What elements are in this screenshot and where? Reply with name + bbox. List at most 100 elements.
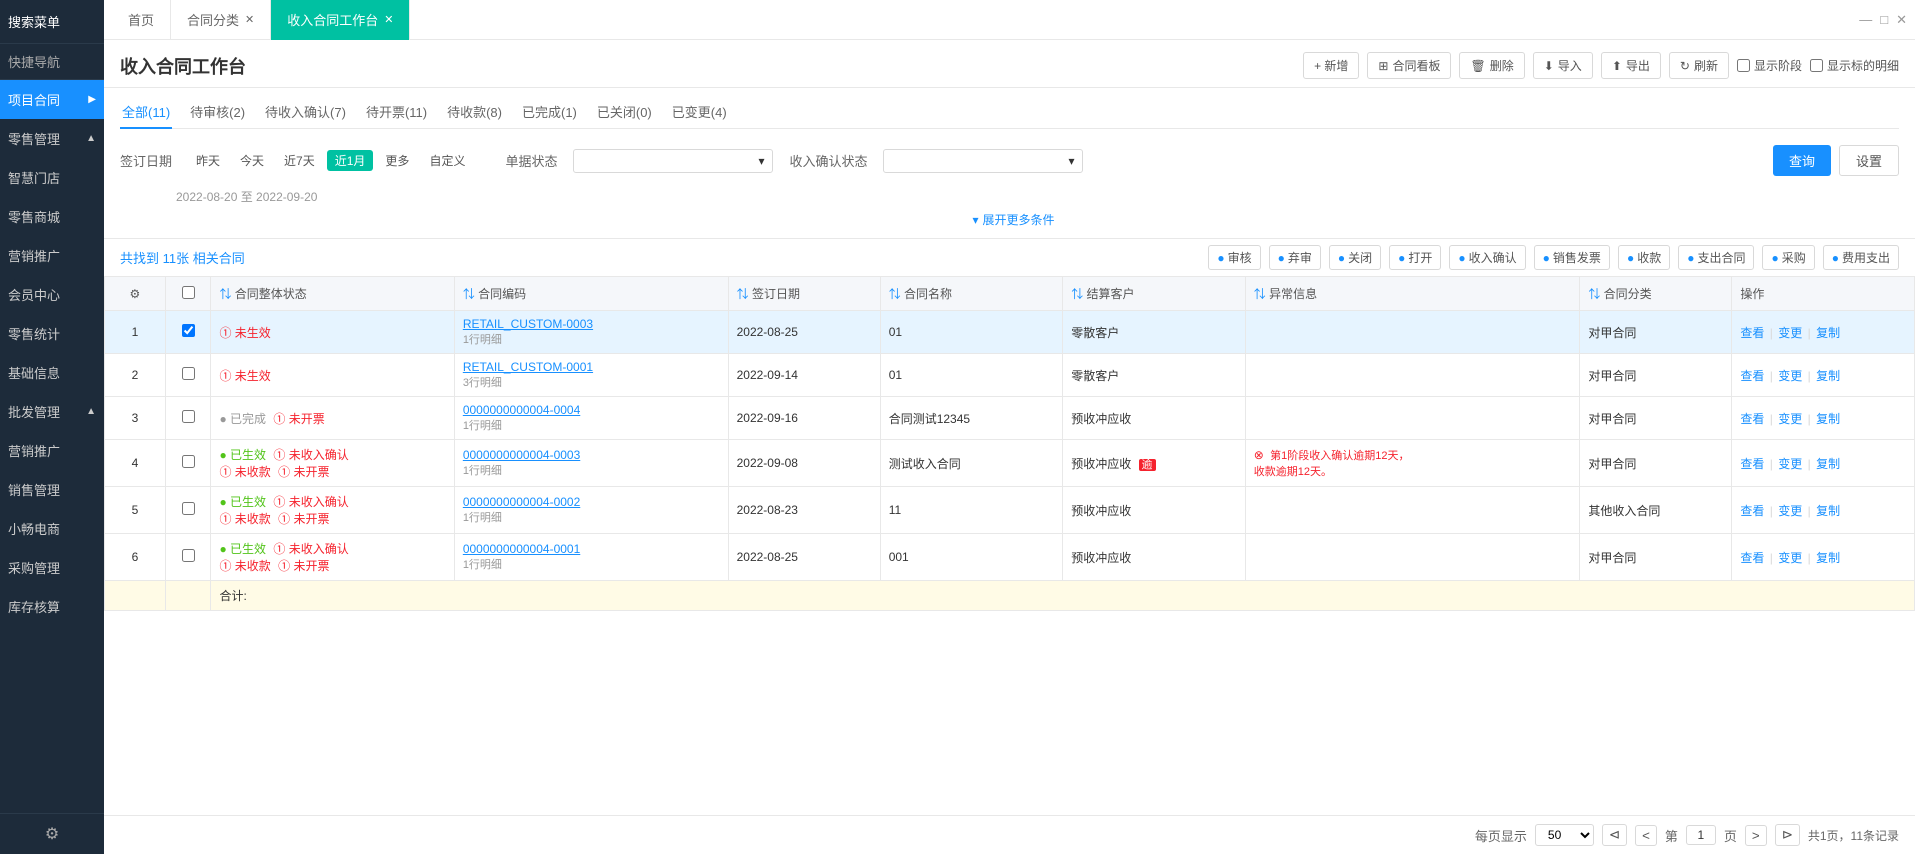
sidebar-item-base-info[interactable]: 基础信息 [0, 353, 104, 392]
next-page-btn[interactable]: > [1745, 825, 1767, 846]
income-confirm-select[interactable]: ▾ [883, 149, 1083, 173]
sidebar-search[interactable]: 搜索菜单 [0, 0, 104, 44]
sidebar-quick-nav[interactable]: 快捷导航 [0, 44, 104, 80]
edit-link-3[interactable]: 变更 [1778, 412, 1802, 426]
income-confirm-btn[interactable]: ● 收入确认 [1449, 245, 1525, 270]
tab-income-workbench[interactable]: 收入合同工作台 ✕ [271, 0, 410, 40]
tab-contract-category[interactable]: 合同分类 ✕ [171, 0, 271, 40]
prev-page-btn[interactable]: < [1635, 825, 1657, 846]
minimize-btn[interactable]: — [1859, 12, 1872, 27]
filter-tab-pending-confirm[interactable]: 待收入确认(7) [263, 96, 348, 129]
row-check-6[interactable] [165, 534, 211, 581]
search-button[interactable]: 查询 [1773, 145, 1831, 176]
show-stages-checkbox[interactable]: 显示阶段 [1737, 57, 1802, 74]
copy-link-6[interactable]: 复制 [1816, 551, 1840, 565]
export-button[interactable]: ⬆ 导出 [1601, 52, 1661, 79]
view-link-5[interactable]: 查看 [1740, 504, 1764, 518]
sidebar-item-retail-mall[interactable]: 零售商城 [0, 197, 104, 236]
print-btn[interactable]: ● 打开 [1389, 245, 1441, 270]
filter-tab-pending-invoice[interactable]: 待开票(11) [364, 96, 429, 129]
filter-tab-all[interactable]: 全部(11) [120, 96, 172, 129]
contract-link-4[interactable]: 0000000000004-0003 [463, 448, 580, 462]
contract-link-5[interactable]: 0000000000004-0002 [463, 495, 580, 509]
date-btn-last7[interactable]: 近7天 [276, 150, 323, 171]
tab-home[interactable]: 首页 [112, 0, 171, 40]
sidebar-item-project[interactable]: 项目合同 ▶ [0, 80, 104, 119]
sidebar-item-marketing[interactable]: 营销推广 [0, 236, 104, 275]
view-link-2[interactable]: 查看 [1740, 369, 1764, 383]
row-check-2[interactable] [165, 354, 211, 397]
sidebar-item-inventory[interactable]: 库存核算 [0, 587, 104, 626]
filter-tab-pending-review[interactable]: 待审核(2) [188, 96, 247, 129]
view-link-6[interactable]: 查看 [1740, 551, 1764, 565]
import-button[interactable]: ⬇ 导入 [1533, 52, 1593, 79]
contract-link-6[interactable]: 0000000000004-0001 [463, 542, 580, 556]
col-header-check[interactable] [165, 277, 211, 311]
copy-link-4[interactable]: 复制 [1816, 457, 1840, 471]
date-btn-custom[interactable]: 自定义 [421, 150, 473, 171]
row-check-3[interactable] [165, 397, 211, 440]
review-btn[interactable]: ● 审核 [1208, 245, 1260, 270]
date-btn-yesterday[interactable]: 昨天 [188, 150, 228, 171]
filter-settings-button[interactable]: 设置 [1839, 145, 1899, 176]
close-tab-contract-category[interactable]: ✕ [245, 13, 254, 26]
copy-link-3[interactable]: 复制 [1816, 412, 1840, 426]
last-page-btn[interactable]: ⊳ [1775, 824, 1800, 846]
payment-btn[interactable]: ● 收款 [1618, 245, 1670, 270]
sidebar-item-member[interactable]: 会员中心 [0, 275, 104, 314]
sidebar-item-marketing2[interactable]: 营销推广 [0, 431, 104, 470]
view-link-4[interactable]: 查看 [1740, 457, 1764, 471]
edit-link-2[interactable]: 变更 [1778, 369, 1802, 383]
view-link-1[interactable]: 查看 [1740, 326, 1764, 340]
refresh-button[interactable]: ↻ 刷新 [1669, 52, 1729, 79]
row-check-1[interactable] [165, 311, 211, 354]
copy-link-5[interactable]: 复制 [1816, 504, 1840, 518]
page-size-select[interactable]: 50 10 20 100 [1535, 824, 1594, 846]
maximize-btn[interactable]: □ [1880, 12, 1888, 27]
close-btn[interactable]: ✕ [1896, 12, 1907, 28]
edit-link-5[interactable]: 变更 [1778, 504, 1802, 518]
first-page-btn[interactable]: ⊲ [1602, 824, 1627, 846]
purchase-btn[interactable]: ● 采购 [1762, 245, 1814, 270]
sidebar-item-ecommerce[interactable]: 小畅电商 [0, 509, 104, 548]
contract-link-2[interactable]: RETAIL_CUSTOM-0001 [463, 360, 593, 374]
copy-link-2[interactable]: 复制 [1816, 369, 1840, 383]
row-check-4[interactable] [165, 440, 211, 487]
copy-link-1[interactable]: 复制 [1816, 326, 1840, 340]
filter-tab-closed[interactable]: 已关闭(0) [595, 96, 654, 129]
filter-tab-completed[interactable]: 已完成(1) [520, 96, 579, 129]
sales-invoice-btn[interactable]: ● 销售发票 [1534, 245, 1610, 270]
abandon-btn[interactable]: ● 弃审 [1269, 245, 1321, 270]
select-all-checkbox[interactable] [182, 286, 195, 299]
expense-btn[interactable]: ● 费用支出 [1823, 245, 1899, 270]
view-link-3[interactable]: 查看 [1740, 412, 1764, 426]
gear-icon[interactable]: ⚙ [8, 824, 96, 844]
col-header-index[interactable]: ⚙ [105, 277, 166, 311]
expand-conditions-btn[interactable]: ▾ 展开更多条件 [972, 211, 1054, 228]
filter-tab-changed[interactable]: 已变更(4) [670, 96, 729, 129]
delete-button[interactable]: 🗑 删除 [1459, 52, 1524, 79]
outgoing-btn[interactable]: ● 支出合同 [1678, 245, 1754, 270]
sidebar-item-purchase[interactable]: 采购管理 [0, 548, 104, 587]
doc-status-select[interactable]: ▾ [573, 149, 773, 173]
close-btn2[interactable]: ● 关闭 [1329, 245, 1381, 270]
edit-link-4[interactable]: 变更 [1778, 457, 1802, 471]
sidebar-item-retail[interactable]: 零售管理 ▲ [0, 119, 104, 158]
close-tab-income-workbench[interactable]: ✕ [384, 13, 393, 26]
contract-link-1[interactable]: RETAIL_CUSTOM-0003 [463, 317, 593, 331]
show-details-checkbox[interactable]: 显示标的明细 [1810, 57, 1899, 74]
sidebar-item-smart-store[interactable]: 智慧门店 [0, 158, 104, 197]
sidebar-item-sales-mgmt[interactable]: 销售管理 [0, 470, 104, 509]
contract-link-3[interactable]: 0000000000004-0004 [463, 403, 580, 417]
row-check-5[interactable] [165, 487, 211, 534]
edit-link-6[interactable]: 变更 [1778, 551, 1802, 565]
date-btn-today[interactable]: 今天 [232, 150, 272, 171]
sidebar-item-wholesale[interactable]: 批发管理 ▲ [0, 392, 104, 431]
sidebar-item-retail-stats[interactable]: 零售统计 [0, 314, 104, 353]
date-btn-more[interactable]: 更多 [377, 150, 417, 171]
contract-board-button[interactable]: ⊞ 合同看板 [1367, 52, 1451, 79]
date-btn-last1month[interactable]: 近1月 [327, 150, 374, 171]
new-button[interactable]: + 新增 [1303, 52, 1359, 79]
edit-link-1[interactable]: 变更 [1778, 326, 1802, 340]
filter-tab-pending-payment[interactable]: 待收款(8) [445, 96, 504, 129]
